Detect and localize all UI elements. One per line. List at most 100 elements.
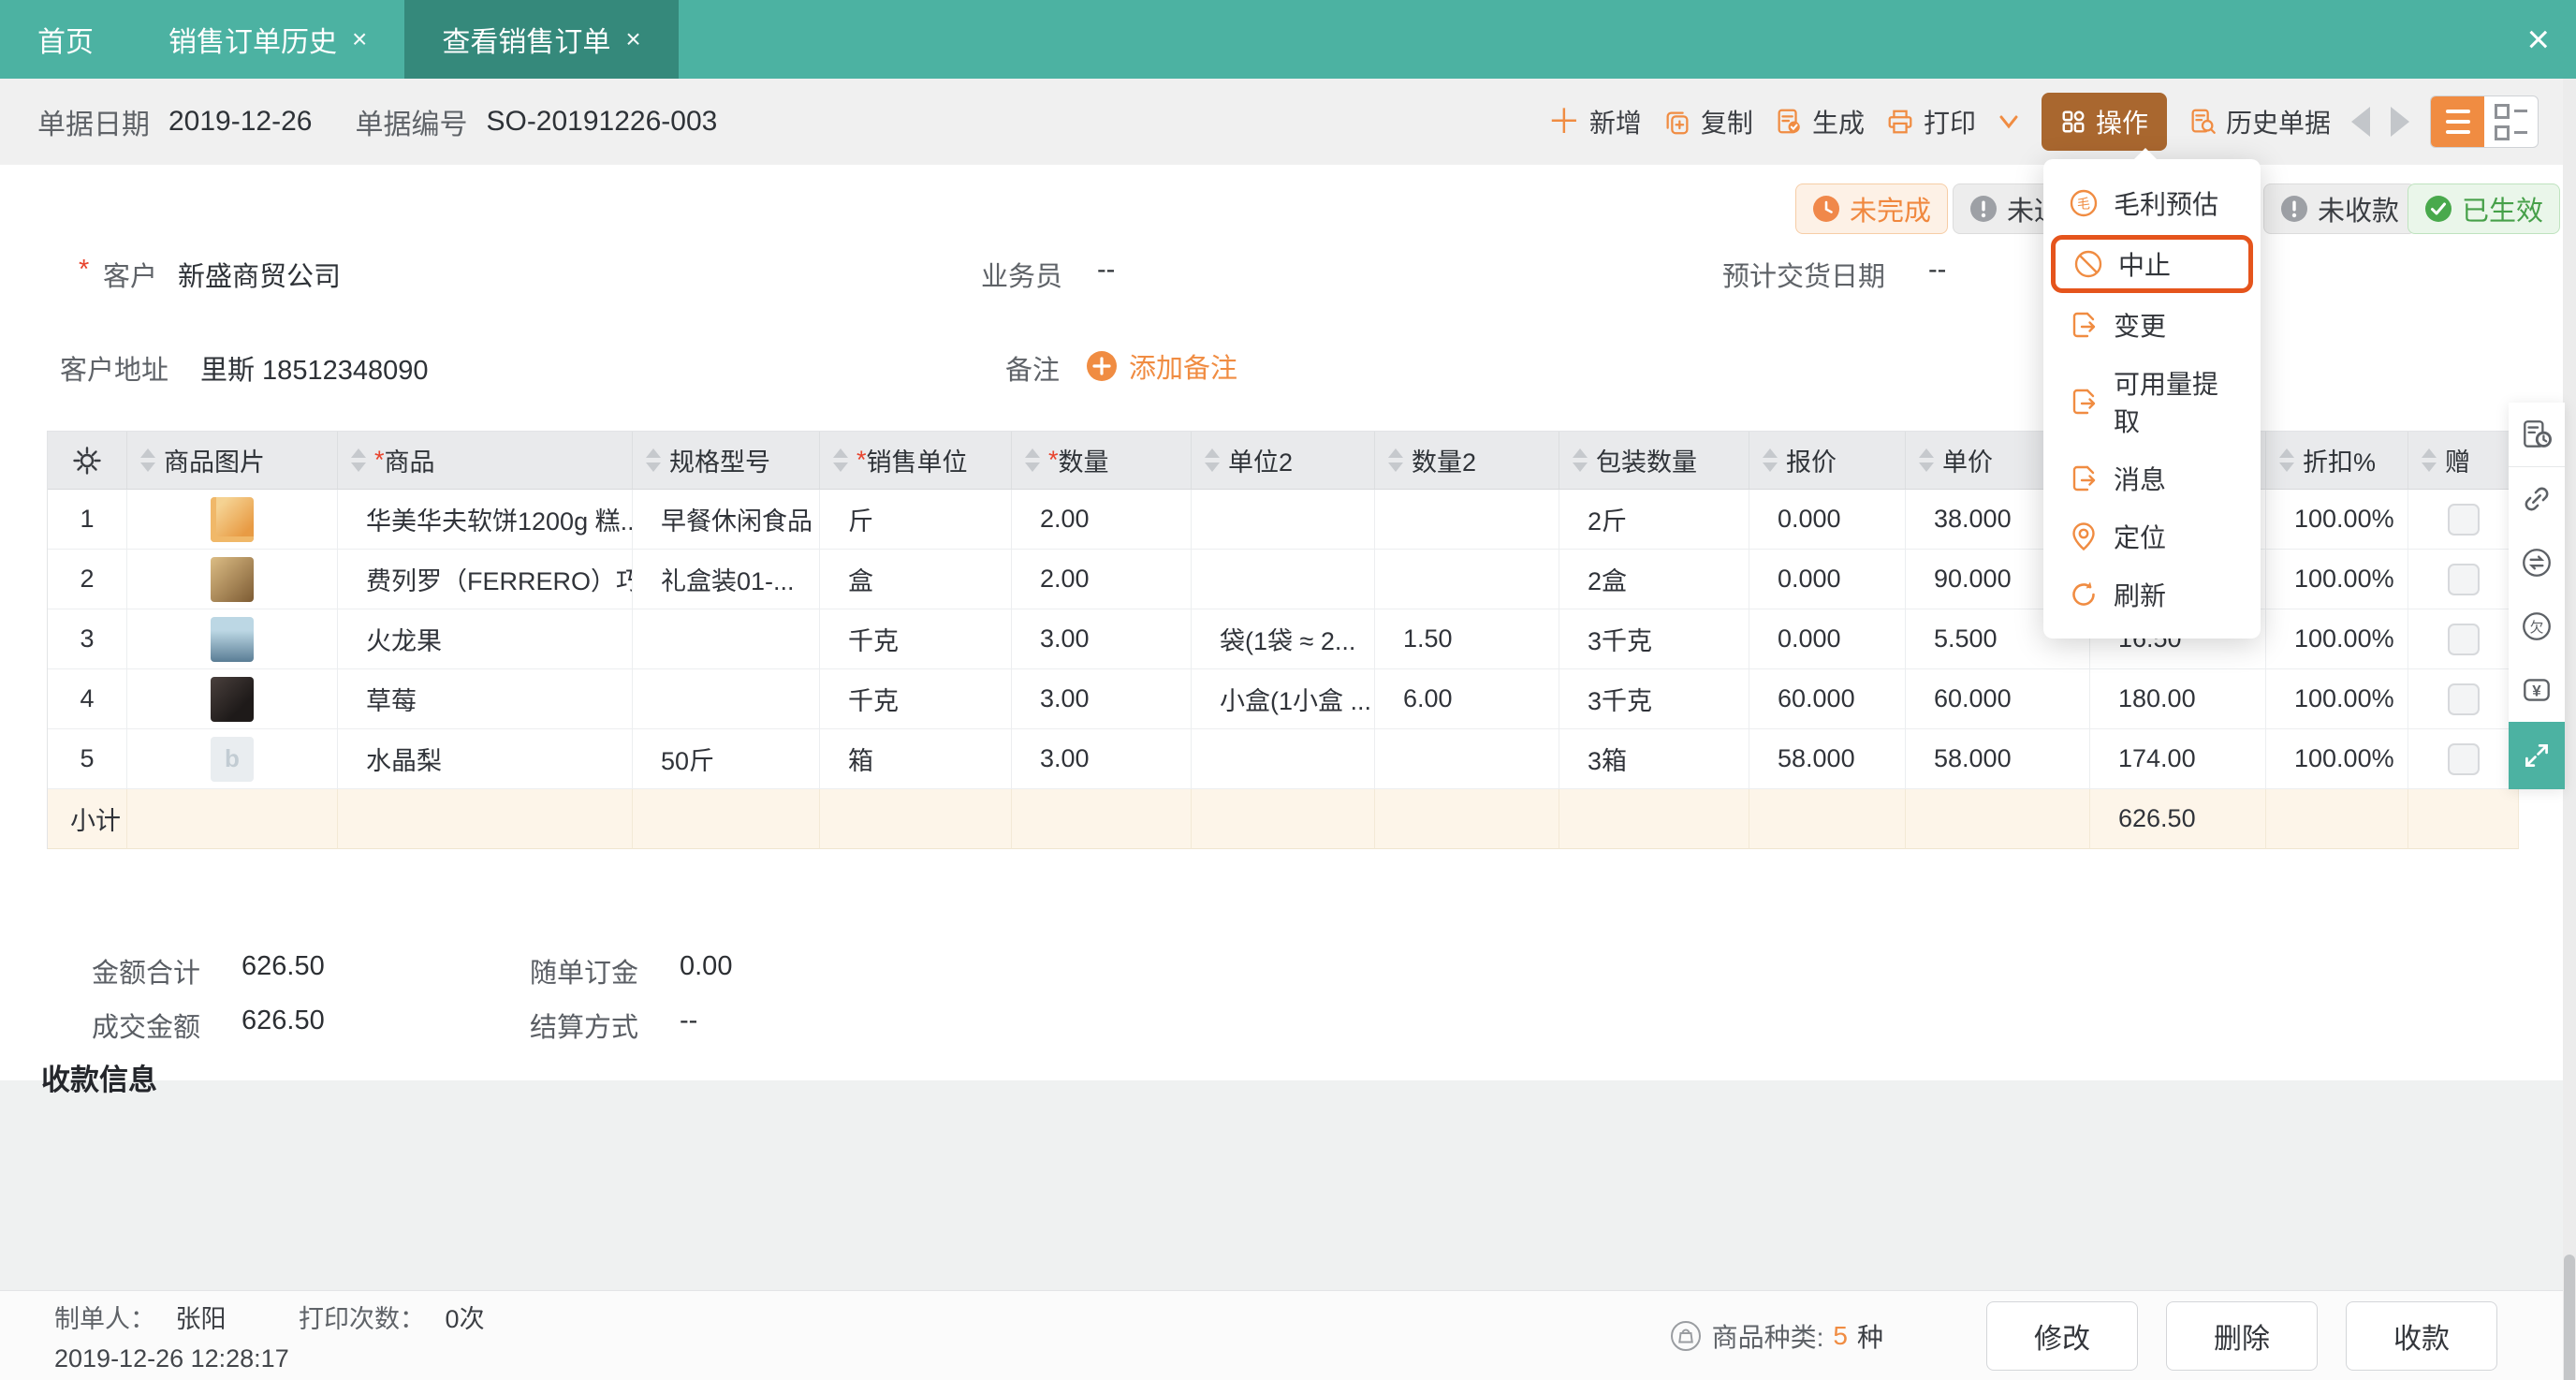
exchange-icon[interactable] — [2509, 531, 2565, 595]
print-dropdown-icon[interactable] — [1997, 110, 2021, 134]
tabs: 首页 销售订单历史 × 查看销售订单 × — [0, 0, 679, 79]
print-button[interactable]: 打印 — [1885, 103, 1976, 140]
menu-item-abort[interactable]: 中止 — [2051, 235, 2253, 293]
cell-gift-checkbox[interactable] — [2408, 609, 2519, 669]
menu-item-message[interactable]: 消息 — [2043, 449, 2261, 507]
sort-arrows[interactable] — [1388, 448, 1403, 472]
sort-arrows[interactable] — [1573, 448, 1588, 472]
print-count-value: 0次 — [445, 1305, 485, 1333]
gift-checkbox[interactable] — [2447, 683, 2480, 715]
sort-arrows[interactable] — [1919, 448, 1934, 472]
gear-icon[interactable] — [71, 445, 103, 477]
copy-icon — [1662, 107, 1692, 137]
sort-arrows[interactable] — [646, 448, 661, 472]
sort-arrows[interactable] — [2422, 448, 2437, 472]
cell-product-name: 草莓 — [338, 669, 633, 729]
scrollbar-thumb[interactable] — [2564, 1255, 2575, 1380]
list-view-button[interactable] — [2431, 96, 2484, 147]
col-header-product-image[interactable]: 商品图片 — [127, 432, 338, 490]
sort-arrows[interactable] — [351, 448, 366, 472]
status-badge-3: 已生效 — [2408, 184, 2561, 234]
settlement-method-label: 结算方式 — [530, 1013, 639, 1043]
cell-spec-model: 早餐休闲食品 — [633, 490, 820, 550]
total-amount-label: 金额合计 — [92, 959, 201, 989]
col-header-quantity[interactable]: * 数量 — [1012, 432, 1192, 490]
product-image[interactable] — [211, 616, 254, 662]
sort-arrows[interactable] — [833, 448, 848, 472]
product-image[interactable] — [211, 676, 254, 722]
status-badge-2: 未收款 — [2263, 184, 2417, 234]
col-header-package-qty[interactable]: 包装数量 — [1559, 432, 1749, 490]
payment-info-title: 收款信息 — [41, 1064, 157, 1096]
history-button[interactable]: 历史单据 — [2188, 103, 2331, 140]
profit-icon: 毛 — [2068, 187, 2100, 219]
location-icon — [2068, 521, 2100, 552]
col-header-quote-price[interactable]: 报价 — [1749, 432, 1906, 490]
cell-gift-checkbox[interactable] — [2408, 550, 2519, 609]
cell-row-number: 3 — [48, 609, 127, 669]
prev-doc-arrow[interactable] — [2351, 107, 2370, 137]
tab-order-history[interactable]: 销售订单历史 × — [131, 0, 404, 79]
salesman-value: -- — [1097, 255, 1116, 285]
product-image[interactable] — [211, 496, 254, 542]
cell-quote-price: 0.000 — [1749, 490, 1906, 550]
col-header-spec-model[interactable]: 规格型号 — [633, 432, 820, 490]
sort-arrows[interactable] — [1025, 448, 1040, 472]
cell-gift-checkbox[interactable] — [2408, 729, 2519, 789]
card-view-button[interactable] — [2484, 96, 2538, 147]
link-icon[interactable] — [2509, 467, 2565, 531]
col-header-quantity2[interactable]: 数量2 — [1375, 432, 1559, 490]
cell-gift-checkbox[interactable] — [2408, 669, 2519, 729]
owe-icon[interactable]: 欠 — [2509, 595, 2565, 658]
receive-payment-button[interactable]: 收款 — [2346, 1301, 2497, 1371]
window-close-icon[interactable]: × — [2510, 0, 2567, 79]
currency-icon[interactable]: ¥ — [2509, 658, 2565, 722]
sort-arrows[interactable] — [140, 448, 155, 472]
col-header-sales-unit[interactable]: * 销售单位 — [820, 432, 1012, 490]
product-image[interactable]: b — [211, 736, 254, 782]
sort-arrows[interactable] — [2279, 448, 2294, 472]
doc-history-icon[interactable] — [2509, 403, 2565, 467]
col-header-product-name[interactable]: * 商品 — [338, 432, 633, 490]
add-button[interactable]: ＋ 新增 — [1547, 103, 1642, 140]
menu-item-change[interactable]: 变更 — [2043, 296, 2261, 354]
product-image[interactable] — [211, 556, 254, 602]
delete-button[interactable]: 删除 — [2166, 1301, 2318, 1371]
tab-home[interactable]: 首页 — [0, 0, 131, 79]
cell-unit2 — [1192, 729, 1375, 789]
sort-arrows[interactable] — [1205, 448, 1220, 472]
menu-item-profit-estimate[interactable]: 毛毛利预估 — [2043, 174, 2261, 232]
menu-item-locate[interactable]: 定位 — [2043, 507, 2261, 565]
next-doc-arrow[interactable] — [2391, 107, 2409, 137]
generate-button[interactable]: 生成 — [1774, 103, 1865, 140]
sort-arrows[interactable] — [1763, 448, 1778, 472]
col-header-unit2[interactable]: 单位2 — [1192, 432, 1375, 490]
cell-quote-price: 0.000 — [1749, 550, 1906, 609]
tab-close-icon[interactable]: × — [352, 24, 367, 54]
cell-product-name: 火龙果 — [338, 609, 633, 669]
col-header-gift-checkbox[interactable]: 赠 — [2408, 432, 2519, 490]
menu-item-refresh[interactable]: 刷新 — [2043, 565, 2261, 624]
subtotal-label: 小计 — [48, 789, 127, 849]
cell-discount: 100.00% — [2266, 550, 2408, 609]
cell-gift-checkbox[interactable] — [2408, 490, 2519, 550]
gift-checkbox[interactable] — [2447, 623, 2480, 655]
tab-view-order[interactable]: 查看销售订单 × — [404, 0, 679, 79]
cell-sales-unit: 盒 — [820, 550, 1012, 609]
scrollbar-track[interactable] — [2563, 79, 2576, 1380]
gift-checkbox[interactable] — [2447, 742, 2480, 775]
col-header-row-number[interactable] — [48, 432, 127, 490]
cell-unit2 — [1192, 550, 1375, 609]
add-remark-link[interactable]: 添加备注 — [1086, 346, 1237, 386]
col-header-discount[interactable]: 折扣% — [2266, 432, 2408, 490]
tab-close-icon[interactable]: × — [625, 24, 640, 54]
expand-icon[interactable] — [2509, 722, 2565, 789]
cell-spec-model — [633, 669, 820, 729]
gift-checkbox[interactable] — [2447, 563, 2480, 595]
copy-button[interactable]: 复制 — [1662, 103, 1753, 140]
gift-checkbox[interactable] — [2447, 503, 2480, 536]
operate-button[interactable]: 操作 — [2041, 93, 2167, 151]
menu-item-available-extract[interactable]: 可用量提取 — [2043, 354, 2261, 449]
modify-button[interactable]: 修改 — [1986, 1301, 2138, 1371]
required-mark: * — [79, 255, 90, 285]
